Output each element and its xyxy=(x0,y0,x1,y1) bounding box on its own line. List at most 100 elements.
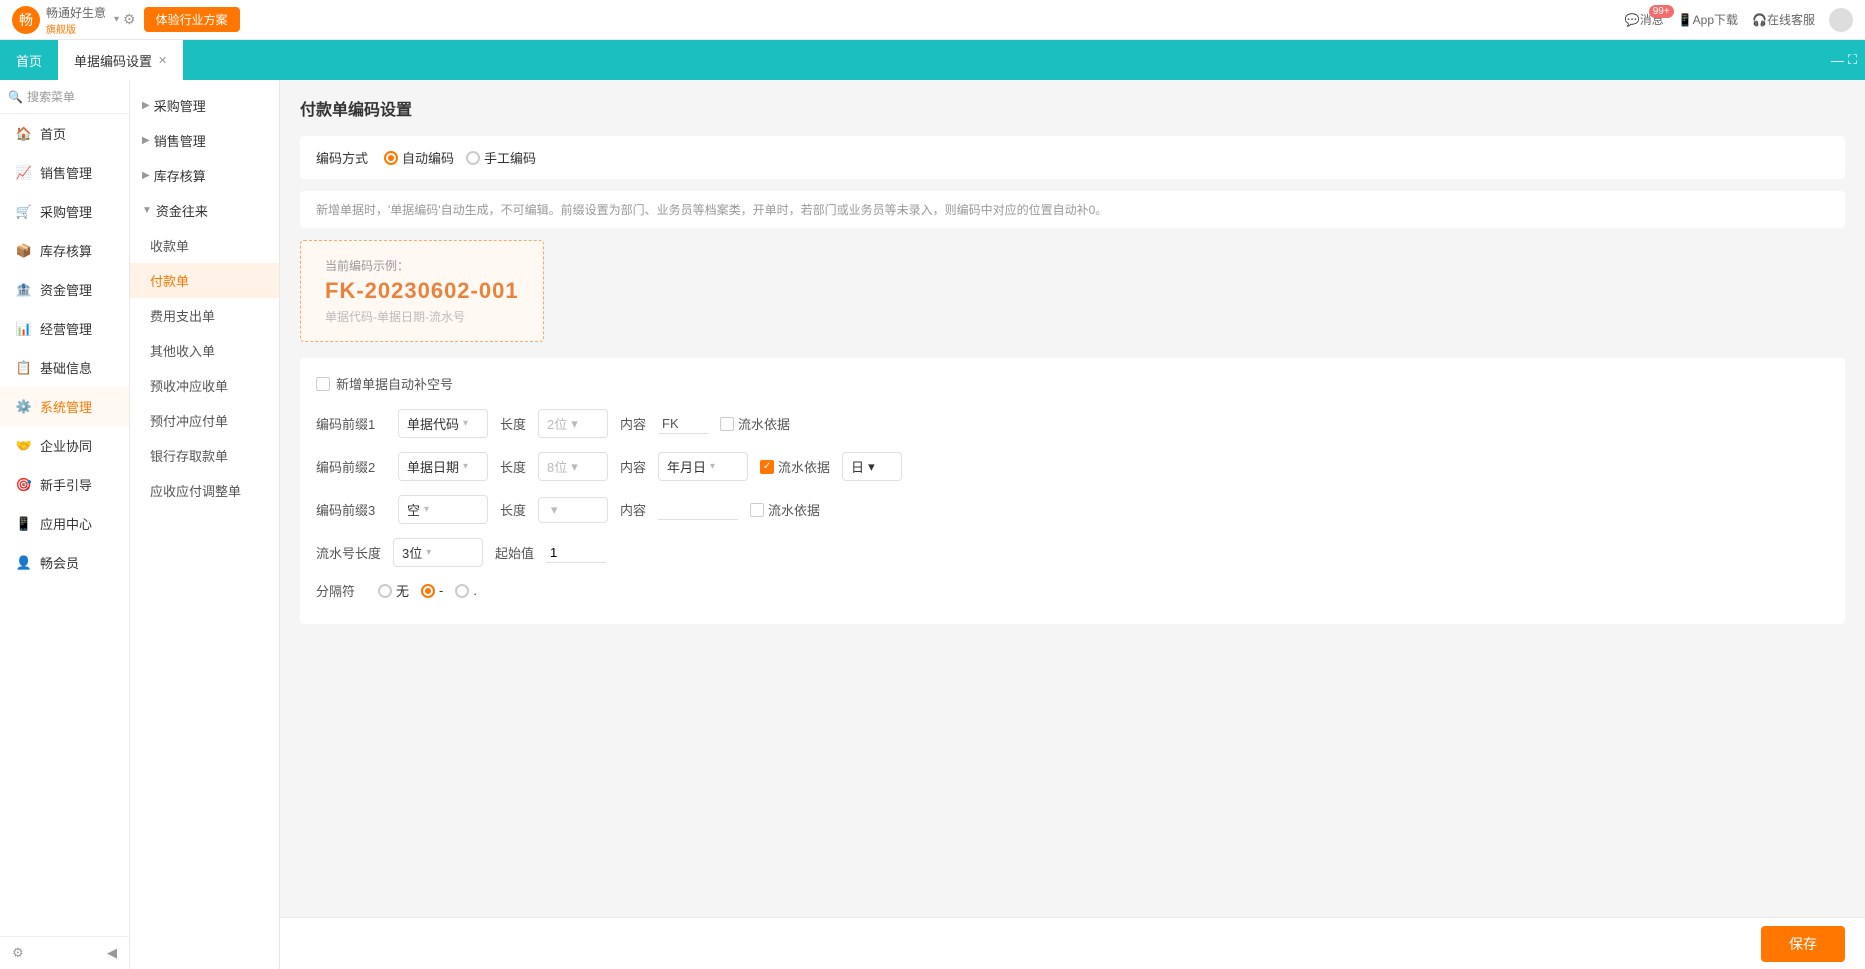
collapse-purchase-icon: ▶ xyxy=(142,100,150,111)
start-value-input[interactable] xyxy=(546,543,606,563)
prefix1-select[interactable]: 单据代码 ▾ xyxy=(398,409,488,438)
industry-btn[interactable]: 体验行业方案 xyxy=(144,7,240,32)
prefix3-serial-checkbox xyxy=(750,503,764,517)
example-code: FK-20230602-001 xyxy=(325,278,519,304)
prefix2-unit-select[interactable]: 日 ▾ xyxy=(842,452,902,481)
sidebar-item-guide[interactable]: 🎯 新手引导 xyxy=(0,465,129,504)
content-area: ▶ 采购管理 ▶ 销售管理 ▶ 库存核算 ▼ 资金往来 xyxy=(130,80,1865,969)
sidebar-item-operations[interactable]: 📊 经营管理 xyxy=(0,309,129,348)
sidebar-item-purchase[interactable]: 🛒 采购管理 xyxy=(0,192,129,231)
sub-menu-header-sales[interactable]: ▶ 销售管理 xyxy=(130,123,279,158)
encode-method-row: 编码方式 自动编码 手工编码 xyxy=(300,136,1845,179)
separator-options: 无 - . xyxy=(378,581,477,600)
search-icon: 🔍 xyxy=(8,90,23,104)
minimize-icon[interactable]: — xyxy=(1831,53,1844,68)
prefix3-row: 编码前缀3 空 ▾ 长度 ▾ 内容 xyxy=(316,495,1829,524)
sub-menu-ap-adjust[interactable]: 应收应付调整单 xyxy=(130,473,279,508)
sidebar-item-sales[interactable]: 📈 销售管理 xyxy=(0,153,129,192)
sidebar-item-home[interactable]: 🏠 首页 xyxy=(0,114,129,153)
prefix3-select[interactable]: 空 ▾ xyxy=(398,495,488,524)
sub-menu-prepay-payable[interactable]: 预付冲应付单 xyxy=(130,403,279,438)
prefix1-length-arrow: ▾ xyxy=(571,416,578,432)
tab-encoding[interactable]: 单据编码设置 ✕ xyxy=(58,40,183,80)
top-bar: 畅 畅通好生意 旗舰版 ▾ ⚙ 体验行业方案 💬 消息 99+ 📱 App下载 … xyxy=(0,0,1865,40)
auto-fill-row: 新增单据自动补空号 xyxy=(316,374,1829,393)
sidebar-item-member[interactable]: 👤 畅会员 xyxy=(0,543,129,582)
sidebar-collapse-icon[interactable]: ◀ xyxy=(107,945,117,961)
prefix2-select[interactable]: 单据日期 ▾ xyxy=(398,452,488,481)
sub-menu-other-income[interactable]: 其他收入单 xyxy=(130,333,279,368)
prefix3-content-input[interactable] xyxy=(658,500,738,520)
avatar[interactable] xyxy=(1829,8,1853,32)
sidebar-item-inventory[interactable]: 📦 库存核算 xyxy=(0,231,129,270)
tab-home[interactable]: 首页 xyxy=(0,40,58,80)
prefix3-length-select[interactable]: ▾ xyxy=(538,497,608,523)
prefix2-length-select[interactable]: 8位 ▾ xyxy=(538,452,608,481)
sep-none[interactable]: 无 xyxy=(378,581,409,600)
service-icon: 🎧 xyxy=(1752,13,1767,27)
sub-menu-group-inventory: ▶ 库存核算 xyxy=(130,158,279,193)
sub-menu-expense[interactable]: 费用支出单 xyxy=(130,298,279,333)
prefix1-content-label: 内容 xyxy=(620,414,646,433)
manual-encode-radio[interactable]: 手工编码 xyxy=(466,148,536,167)
separator-label: 分隔符 xyxy=(316,581,366,600)
main-layout: 🔍 搜索菜单 🏠 首页 📈 销售管理 🛒 采购管理 📦 库存核算 🏦 资金管理 … xyxy=(0,80,1865,969)
top-right: 💬 消息 99+ 📱 App下载 🎧 在线客服 xyxy=(1625,8,1853,32)
auto-fill-checkbox[interactable] xyxy=(316,377,330,391)
online-service[interactable]: 🎧 在线客服 xyxy=(1752,11,1815,28)
page-title: 付款单编码设置 xyxy=(300,96,1845,120)
sidebar-item-enterprise[interactable]: 🤝 企业协同 xyxy=(0,426,129,465)
message-area[interactable]: 💬 消息 99+ xyxy=(1625,11,1664,28)
prefix3-serial-check[interactable]: 流水依据 xyxy=(750,500,820,519)
sub-menu-header-purchase[interactable]: ▶ 采购管理 xyxy=(130,88,279,123)
expand-capital-icon: ▼ xyxy=(142,205,152,216)
top-controls: ▾ ⚙ xyxy=(114,11,136,28)
prefix1-select-arrow: ▾ xyxy=(463,418,468,429)
sidebar-item-base[interactable]: 📋 基础信息 xyxy=(0,348,129,387)
sep-dash[interactable]: - xyxy=(421,583,443,598)
auto-encode-radio[interactable]: 自动编码 xyxy=(384,148,454,167)
prefix2-content-arrow: ▾ xyxy=(710,461,715,472)
prefix1-length-label: 长度 xyxy=(500,414,526,433)
encode-method-label: 编码方式 xyxy=(316,148,368,167)
sub-menu-header-capital[interactable]: ▼ 资金往来 xyxy=(130,193,279,228)
sub-menu-bank-deposit[interactable]: 银行存取款单 xyxy=(130,438,279,473)
prefix2-content-select[interactable]: 年月日 ▾ xyxy=(658,452,748,481)
prefix1-label: 编码前缀1 xyxy=(316,414,386,433)
tab-bar: 首页 单据编码设置 ✕ — ⛶ xyxy=(0,40,1865,80)
sidebar-settings-icon[interactable]: ⚙ xyxy=(12,945,24,961)
sidebar-search[interactable]: 🔍 搜索菜单 xyxy=(0,80,129,114)
sep-dot[interactable]: . xyxy=(455,583,477,598)
collapse-inventory-icon: ▶ xyxy=(142,170,150,181)
close-tab-icon[interactable]: ✕ xyxy=(158,54,167,67)
prefix1-serial-check[interactable]: 流水依据 xyxy=(720,414,790,433)
settings-icon[interactable]: ⚙ xyxy=(123,11,136,28)
sidebar-item-finance[interactable]: 🏦 资金管理 xyxy=(0,270,129,309)
save-button[interactable]: 保存 xyxy=(1761,926,1845,962)
sub-menu-payments[interactable]: 付款单 xyxy=(130,263,279,298)
example-box: 当前编码示例： FK-20230602-001 单据代码-单据日期-流水号 xyxy=(300,240,544,342)
sub-menu-header-inventory[interactable]: ▶ 库存核算 xyxy=(130,158,279,193)
dropdown-arrow-icon[interactable]: ▾ xyxy=(114,14,119,25)
start-value-label: 起始值 xyxy=(495,543,534,562)
sidebar-item-appstore[interactable]: 📱 应用中心 xyxy=(0,504,129,543)
collapse-sales-icon: ▶ xyxy=(142,135,150,146)
prefix1-length-select[interactable]: 2位 ▾ xyxy=(538,409,608,438)
sub-menu-prepay-receivable[interactable]: 预收冲应收单 xyxy=(130,368,279,403)
sub-menu-receipts[interactable]: 收款单 xyxy=(130,228,279,263)
encode-radio-group: 自动编码 手工编码 xyxy=(384,148,536,167)
maximize-icon[interactable]: ⛶ xyxy=(1848,52,1857,68)
serial-length-arrow: ▾ xyxy=(426,547,431,558)
enterprise-icon: 🤝 xyxy=(16,438,32,454)
prefix2-serial-check[interactable]: ✓ 流水依据 xyxy=(760,457,830,476)
operations-icon: 📊 xyxy=(16,321,32,337)
sidebar-item-system[interactable]: ⚙️ 系统管理 xyxy=(0,387,129,426)
home-icon: 🏠 xyxy=(16,126,32,142)
info-text: 新增单据时，'单据编码'自动生成，不可编辑。前缀设置为部门、业务员等档案类，开单… xyxy=(300,191,1845,228)
logo-icon: 畅 xyxy=(12,6,40,34)
message-icon: 💬 xyxy=(1625,13,1640,27)
prefix1-content-input[interactable] xyxy=(658,414,708,434)
app-download[interactable]: 📱 App下载 xyxy=(1678,11,1738,28)
sep-none-dot xyxy=(378,584,392,598)
serial-length-select[interactable]: 3位 ▾ xyxy=(393,538,483,567)
